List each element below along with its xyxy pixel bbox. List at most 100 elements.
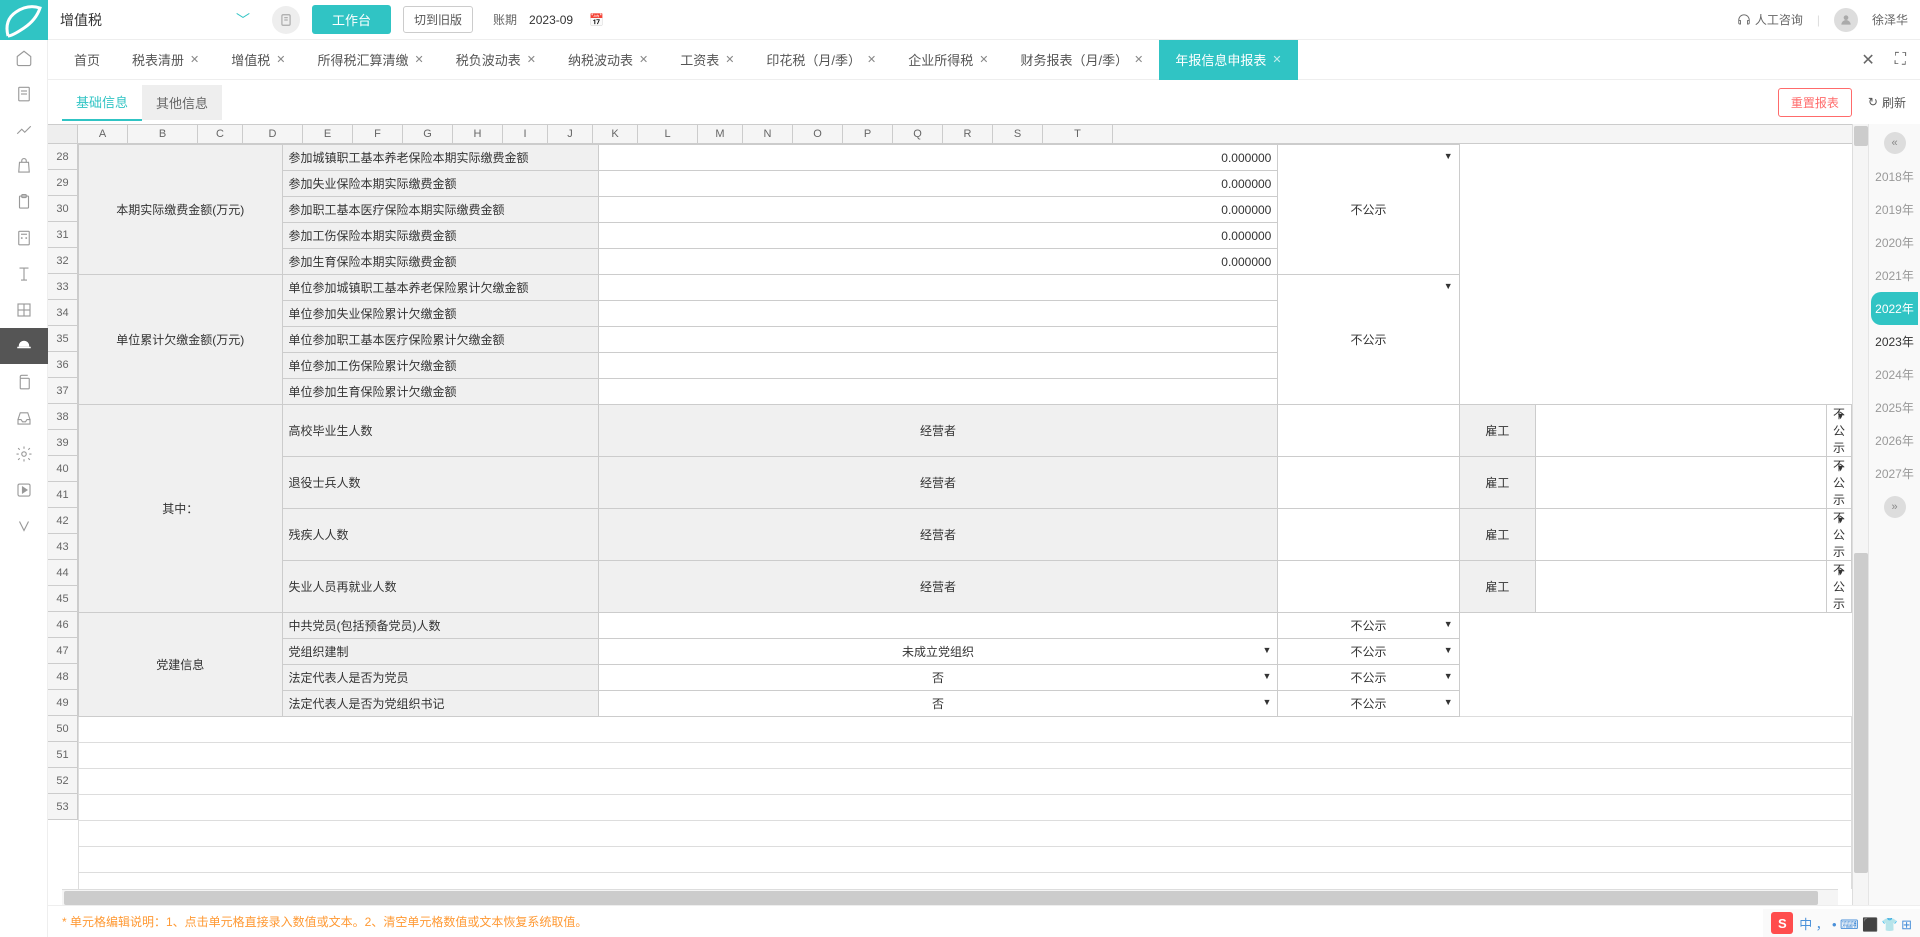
row-header[interactable]: 43 — [48, 534, 78, 560]
disclose-dropdown[interactable]: 不公示 — [1278, 613, 1459, 639]
row-header[interactable]: 42 — [48, 508, 78, 534]
empty-cell[interactable] — [79, 873, 1852, 890]
disclose-dropdown[interactable]: 不公示 — [1826, 457, 1851, 509]
row-header[interactable]: 32 — [48, 248, 78, 274]
cell-value[interactable] — [1536, 509, 1827, 561]
col-header-C[interactable]: C — [198, 125, 243, 143]
disclose-dropdown[interactable]: 不公示 — [1826, 509, 1851, 561]
row-header[interactable]: 36 — [48, 352, 78, 378]
col-header-M[interactable]: M — [698, 125, 743, 143]
nav-bag-icon[interactable] — [0, 148, 48, 184]
row-header[interactable]: 28 — [48, 144, 78, 170]
disclose-dropdown[interactable]: 不公示 — [1278, 639, 1459, 665]
tab-close-icon[interactable]: ✕ — [725, 53, 734, 66]
ime-item[interactable]: ⌨ — [1840, 917, 1859, 932]
col-header-H[interactable]: H — [453, 125, 503, 143]
disclose-dropdown[interactable]: 不公示 — [1278, 665, 1459, 691]
cell-value[interactable]: 否 — [598, 665, 1278, 691]
tab-close-icon[interactable]: ✕ — [867, 53, 876, 66]
year-item[interactable]: 2026年 — [1871, 424, 1918, 457]
switch-old-button[interactable]: 切到旧版 — [403, 6, 473, 33]
row-header[interactable]: 47 — [48, 638, 78, 664]
horizontal-scrollbar[interactable] — [62, 889, 1838, 905]
nav-food-icon[interactable] — [0, 328, 48, 364]
cell-value[interactable]: 0.000000 — [598, 171, 1278, 197]
expand-icon[interactable]: ⛶ — [1891, 47, 1910, 73]
row-header[interactable]: 51 — [48, 742, 78, 768]
row-header[interactable]: 34 — [48, 300, 78, 326]
row-header[interactable]: 49 — [48, 690, 78, 716]
tab-0[interactable]: 首页 — [58, 40, 116, 80]
cell-value[interactable] — [598, 301, 1278, 327]
col-header-F[interactable]: F — [353, 125, 403, 143]
col-header-I[interactable]: I — [503, 125, 548, 143]
consult-link[interactable]: 人工咨询 — [1737, 11, 1803, 28]
close-all-icon[interactable]: ✕ — [1857, 46, 1878, 74]
tab-close-icon[interactable]: ✕ — [1272, 53, 1281, 66]
col-header-N[interactable]: N — [743, 125, 793, 143]
username[interactable]: 徐泽华 — [1872, 11, 1908, 28]
tab-5[interactable]: 纳税波动表✕ — [552, 40, 664, 80]
tab-9[interactable]: 财务报表（月/季）✕ — [1005, 40, 1160, 80]
cell-value[interactable]: 0.000000 — [598, 197, 1278, 223]
select-all-corner[interactable] — [48, 125, 78, 143]
nav-v-icon[interactable] — [0, 508, 48, 544]
nav-home-icon[interactable] — [0, 40, 48, 76]
disclose-dropdown[interactable]: 不公示 — [1278, 145, 1459, 275]
doc-icon-button[interactable] — [272, 6, 300, 34]
tab-10[interactable]: 年报信息申报表✕ — [1159, 40, 1297, 80]
row-header[interactable]: 53 — [48, 794, 78, 820]
tab-8[interactable]: 企业所得税✕ — [892, 40, 1004, 80]
empty-cell[interactable] — [79, 717, 1852, 743]
row-header[interactable]: 31 — [48, 222, 78, 248]
row-header[interactable]: 46 — [48, 612, 78, 638]
cell-value[interactable] — [1536, 457, 1827, 509]
col-header-B[interactable]: B — [128, 125, 198, 143]
year-item[interactable]: 2024年 — [1871, 358, 1918, 391]
empty-cell[interactable] — [79, 821, 1852, 847]
cell-value[interactable] — [1278, 509, 1459, 561]
year-prev-icon[interactable]: « — [1884, 132, 1906, 154]
col-header-G[interactable]: G — [403, 125, 453, 143]
ime-item[interactable]: ⊞ — [1901, 917, 1912, 932]
cell-value[interactable] — [1278, 457, 1459, 509]
year-item[interactable]: 2021年 — [1871, 259, 1918, 292]
col-header-S[interactable]: S — [993, 125, 1043, 143]
ime-item[interactable]: ⬛ — [1862, 917, 1878, 932]
ime-item[interactable]: • — [1832, 917, 1837, 932]
vertical-scrollbar[interactable] — [1852, 124, 1868, 905]
col-header-R[interactable]: R — [943, 125, 993, 143]
cell-value[interactable] — [598, 613, 1278, 639]
nav-tray-icon[interactable] — [0, 400, 48, 436]
row-header[interactable]: 50 — [48, 716, 78, 742]
cell-value[interactable]: 0.000000 — [598, 249, 1278, 275]
period-value[interactable]: 2023-09 — [529, 13, 573, 27]
col-header-K[interactable]: K — [593, 125, 638, 143]
cell-value[interactable] — [598, 353, 1278, 379]
tab-close-icon[interactable]: ✕ — [415, 53, 424, 66]
empty-cell[interactable] — [79, 743, 1852, 769]
disclose-dropdown[interactable]: 不公示 — [1278, 691, 1459, 717]
tab-close-icon[interactable]: ✕ — [190, 53, 199, 66]
empty-cell[interactable] — [79, 769, 1852, 795]
col-header-E[interactable]: E — [303, 125, 353, 143]
col-header-T[interactable]: T — [1043, 125, 1113, 143]
cell-value[interactable] — [1536, 405, 1827, 457]
tab-4[interactable]: 税负波动表✕ — [440, 40, 552, 80]
tab-close-icon[interactable]: ✕ — [979, 53, 988, 66]
company-dropdown[interactable]: 增值税 ﹀ — [60, 10, 260, 30]
disclose-dropdown[interactable]: 不公示 — [1826, 561, 1851, 613]
col-header-P[interactable]: P — [843, 125, 893, 143]
nav-chart-icon[interactable] — [0, 112, 48, 148]
cell-value[interactable] — [598, 379, 1278, 405]
nav-grid-icon[interactable] — [0, 292, 48, 328]
nav-calc-icon[interactable] — [0, 220, 48, 256]
year-item[interactable]: 2023年 — [1871, 325, 1918, 358]
nav-play-icon[interactable] — [0, 472, 48, 508]
col-header-O[interactable]: O — [793, 125, 843, 143]
col-header-J[interactable]: J — [548, 125, 593, 143]
cell-value[interactable]: 0.000000 — [598, 145, 1278, 171]
year-item[interactable]: 2019年 — [1871, 193, 1918, 226]
nav-clipboard-icon[interactable] — [0, 184, 48, 220]
row-header[interactable]: 33 — [48, 274, 78, 300]
